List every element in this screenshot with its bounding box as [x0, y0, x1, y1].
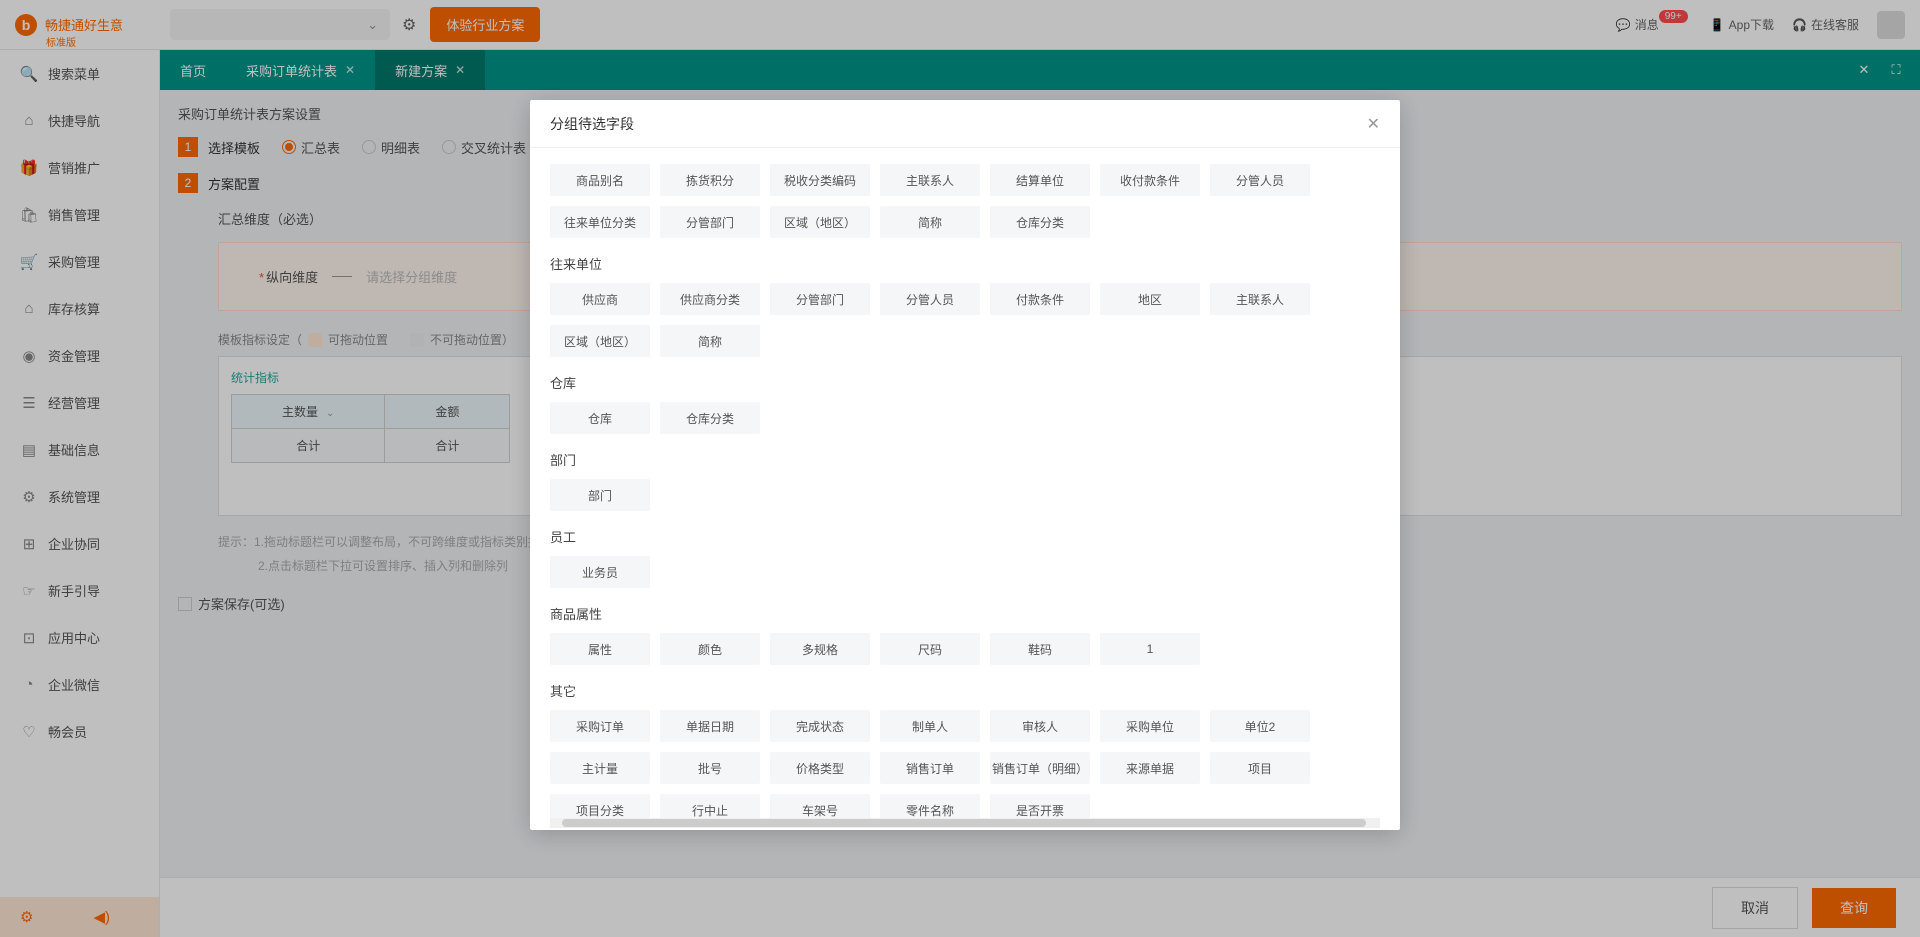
- field-chip[interactable]: 多规格: [770, 633, 870, 665]
- group-title: 员工: [550, 527, 1380, 546]
- field-chip[interactable]: 单位2: [1210, 710, 1310, 742]
- field-chip[interactable]: 付款条件: [990, 283, 1090, 315]
- field-chip[interactable]: 是否开票: [990, 794, 1090, 818]
- field-group-6: 其它采购订单单据日期完成状态制单人审核人采购单位单位2主计量批号价格类型销售订单…: [550, 681, 1380, 818]
- chips-row: 供应商供应商分类分管部门分管人员付款条件地区主联系人区域（地区） 简称: [550, 283, 1380, 357]
- close-icon[interactable]: ✕: [1367, 114, 1380, 134]
- field-chip[interactable]: 采购订单: [550, 710, 650, 742]
- field-chip[interactable]: 仓库分类: [990, 206, 1090, 238]
- field-chip[interactable]: 属性: [550, 633, 650, 665]
- field-chip[interactable]: 税收分类编码: [770, 164, 870, 196]
- field-chip[interactable]: 完成状态: [770, 710, 870, 742]
- modal-header: 分组待选字段 ✕: [530, 100, 1400, 148]
- field-chip[interactable]: 简称: [880, 206, 980, 238]
- field-chip[interactable]: 供应商分类: [660, 283, 760, 315]
- field-chip[interactable]: 主计量: [550, 752, 650, 784]
- field-chip[interactable]: 分管部门: [660, 206, 760, 238]
- modal-title: 分组待选字段: [550, 114, 634, 134]
- group-title: 其它: [550, 681, 1380, 700]
- chips-row: 业务员: [550, 556, 1380, 588]
- field-chip[interactable]: 业务员: [550, 556, 650, 588]
- field-chip[interactable]: 部门: [550, 479, 650, 511]
- field-group-2: 仓库仓库仓库分类: [550, 373, 1380, 434]
- field-chip[interactable]: 分管人员: [880, 283, 980, 315]
- group-title: 往来单位: [550, 254, 1380, 273]
- field-chip[interactable]: 主联系人: [1210, 283, 1310, 315]
- field-select-modal: 分组待选字段 ✕ 商品别名拣货积分税收分类编码主联系人结算单位收付款条件分管人员…: [530, 100, 1400, 830]
- chips-row: 属性颜色多规格尺码鞋码 1: [550, 633, 1380, 665]
- field-group-4: 员工业务员: [550, 527, 1380, 588]
- group-title: 商品属性: [550, 604, 1380, 623]
- field-chip[interactable]: 简称: [660, 325, 760, 357]
- modal-body[interactable]: 商品别名拣货积分税收分类编码主联系人结算单位收付款条件分管人员往来单位分类分管部…: [530, 148, 1400, 818]
- field-chip[interactable]: 审核人: [990, 710, 1090, 742]
- field-chip[interactable]: 拣货积分: [660, 164, 760, 196]
- field-chip[interactable]: 区域（地区）: [550, 325, 650, 357]
- field-chip[interactable]: 供应商: [550, 283, 650, 315]
- chips-row: 仓库仓库分类: [550, 402, 1380, 434]
- field-chip[interactable]: 尺码: [880, 633, 980, 665]
- field-chip[interactable]: 颜色: [660, 633, 760, 665]
- field-group-3: 部门部门: [550, 450, 1380, 511]
- field-group-0: 商品别名拣货积分税收分类编码主联系人结算单位收付款条件分管人员往来单位分类分管部…: [550, 164, 1380, 238]
- chips-row: 商品别名拣货积分税收分类编码主联系人结算单位收付款条件分管人员往来单位分类分管部…: [550, 164, 1380, 238]
- field-chip[interactable]: 采购单位: [1100, 710, 1200, 742]
- field-chip[interactable]: 地区: [1100, 283, 1200, 315]
- group-title: 仓库: [550, 373, 1380, 392]
- field-chip[interactable]: 结算单位: [990, 164, 1090, 196]
- field-chip[interactable]: 项目分类: [550, 794, 650, 818]
- field-chip[interactable]: 销售订单（明细）: [990, 752, 1090, 784]
- group-title: 部门: [550, 450, 1380, 469]
- chips-row: 采购订单单据日期完成状态制单人审核人采购单位单位2 主计量批号价格类型销售订单销售…: [550, 710, 1380, 818]
- field-group-5: 商品属性属性颜色多规格尺码鞋码 1: [550, 604, 1380, 665]
- field-group-1: 往来单位供应商供应商分类分管部门分管人员付款条件地区主联系人区域（地区） 简称: [550, 254, 1380, 357]
- scrollbar-thumb[interactable]: [562, 819, 1366, 827]
- field-chip[interactable]: 价格类型: [770, 752, 870, 784]
- field-chip[interactable]: 往来单位分类: [550, 206, 650, 238]
- field-chip[interactable]: 分管人员: [1210, 164, 1310, 196]
- field-chip[interactable]: 1: [1100, 633, 1200, 665]
- field-chip[interactable]: 仓库: [550, 402, 650, 434]
- chips-row: 部门: [550, 479, 1380, 511]
- field-chip[interactable]: 车架号: [770, 794, 870, 818]
- field-chip[interactable]: 分管部门: [770, 283, 870, 315]
- field-chip[interactable]: 制单人: [880, 710, 980, 742]
- field-chip[interactable]: 收付款条件: [1100, 164, 1200, 196]
- field-chip[interactable]: 行中止: [660, 794, 760, 818]
- field-chip[interactable]: 鞋码: [990, 633, 1090, 665]
- field-chip[interactable]: 商品别名: [550, 164, 650, 196]
- field-chip[interactable]: 区域（地区）: [770, 206, 870, 238]
- field-chip[interactable]: 仓库分类: [660, 402, 760, 434]
- horizontal-scrollbar[interactable]: [550, 818, 1380, 828]
- field-chip[interactable]: 来源单据: [1100, 752, 1200, 784]
- field-chip[interactable]: 项目: [1210, 752, 1310, 784]
- field-chip[interactable]: 单据日期: [660, 710, 760, 742]
- field-chip[interactable]: 销售订单: [880, 752, 980, 784]
- field-chip[interactable]: 零件名称: [880, 794, 980, 818]
- field-chip[interactable]: 批号: [660, 752, 760, 784]
- field-chip[interactable]: 主联系人: [880, 164, 980, 196]
